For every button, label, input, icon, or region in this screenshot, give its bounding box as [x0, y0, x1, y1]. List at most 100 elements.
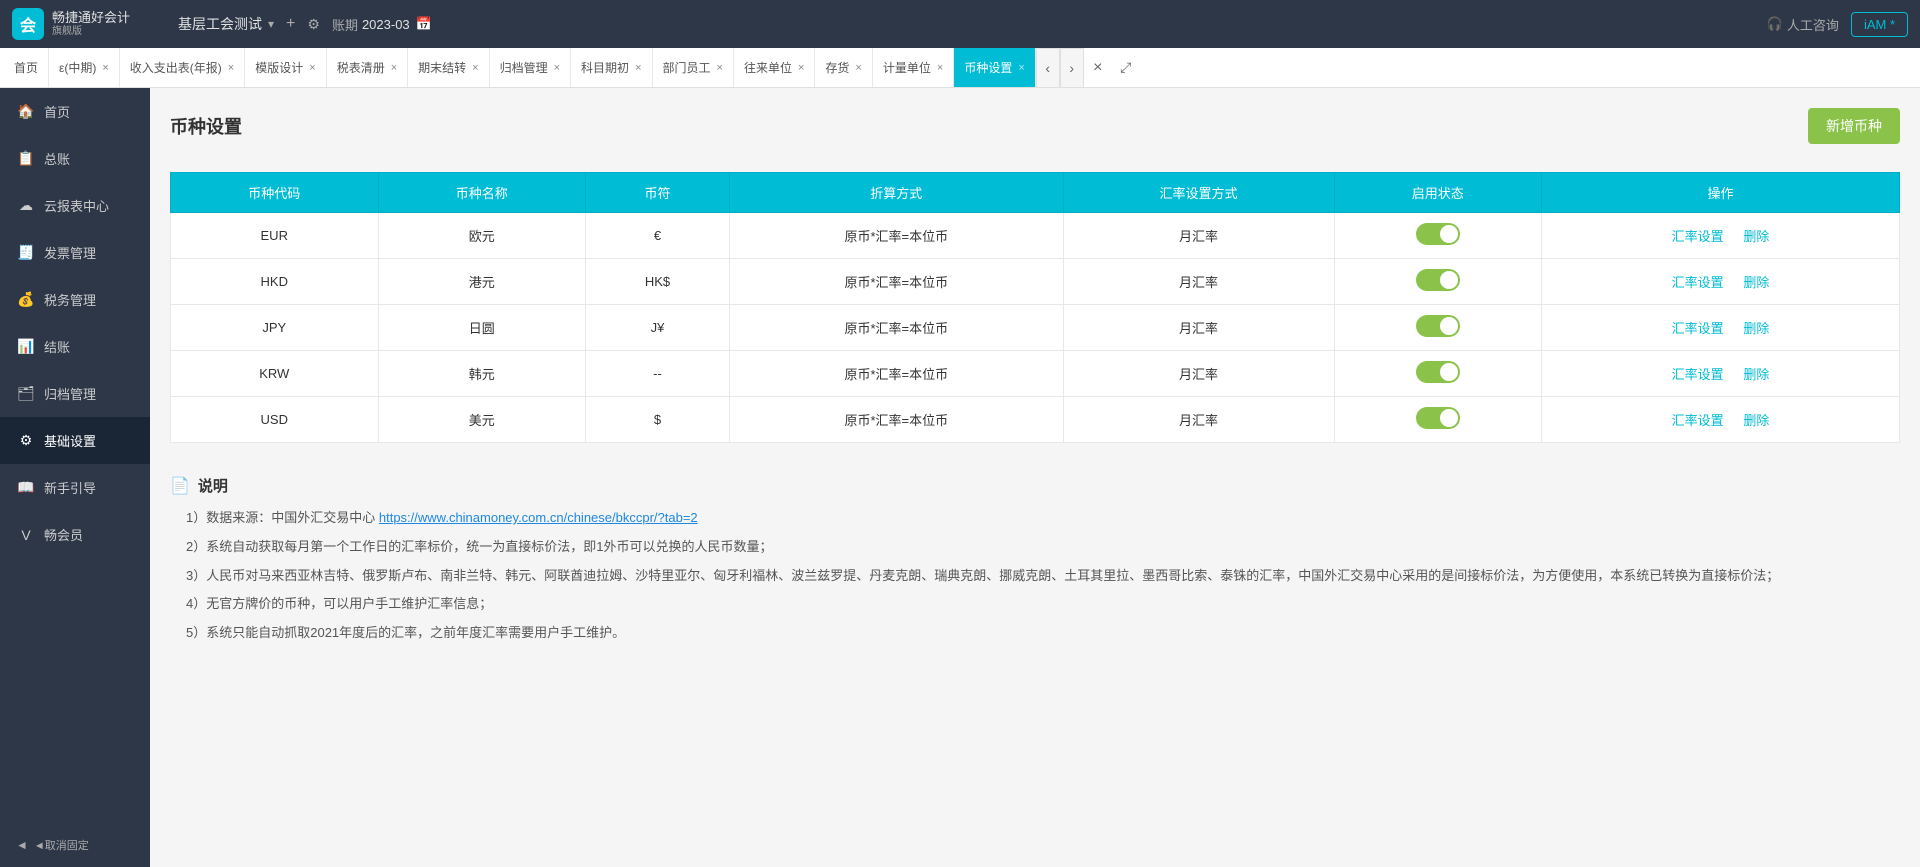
- rate-setting-link[interactable]: 汇率设置: [1672, 413, 1724, 428]
- tab-close-unit[interactable]: ×: [937, 62, 943, 74]
- tab-close-currency[interactable]: ×: [1018, 62, 1024, 74]
- rate-setting-link[interactable]: 汇率设置: [1672, 229, 1724, 244]
- sidebar-item-home[interactable]: 🏠 首页: [0, 88, 150, 135]
- sidebar-pin-button[interactable]: ◄ ◄取消固定: [0, 823, 150, 867]
- table-row: KRW 韩元 -- 原币*汇率=本位币 月汇率 汇率设置 删除: [171, 351, 1900, 397]
- period-area: 账期 2023-03 📅: [332, 15, 432, 34]
- sidebar-item-invoice[interactable]: 🧾 发票管理: [0, 229, 150, 276]
- col-code: 币种代码: [171, 173, 379, 213]
- tab-tax[interactable]: 税表清册 ×: [327, 48, 408, 87]
- tab-close-inventory[interactable]: ×: [855, 62, 861, 74]
- cell-rate: 月汇率: [1063, 351, 1334, 397]
- tab-currency[interactable]: 币种设置 ×: [954, 48, 1035, 87]
- tab-close-tax[interactable]: ×: [391, 62, 397, 74]
- table-row: HKD 港元 HK$ 原币*汇率=本位币 月汇率 汇率设置 删除: [171, 259, 1900, 305]
- sidebar-item-tax[interactable]: 💰 税务管理: [0, 276, 150, 323]
- delete-link[interactable]: 删除: [1743, 413, 1769, 428]
- top-bar: 会 畅捷通好会计 旗舰版 基层工会测试 ▾ + ⚙ 账期 2023-03 📅 🎧…: [0, 0, 1920, 48]
- sidebar-item-reports[interactable]: ☁ 云报表中心: [0, 182, 150, 229]
- toggle-switch[interactable]: [1416, 269, 1460, 291]
- sidebar-item-settings[interactable]: ⚙ 基础设置: [0, 417, 150, 464]
- rate-setting-link[interactable]: 汇率设置: [1672, 367, 1724, 382]
- cell-name: 欧元: [378, 213, 586, 259]
- tab-close-contacts[interactable]: ×: [798, 62, 804, 74]
- tab-dept[interactable]: 部门员工 ×: [653, 48, 734, 87]
- tab-close-archive[interactable]: ×: [554, 62, 560, 74]
- cell-status[interactable]: [1334, 213, 1542, 259]
- tab-next-button[interactable]: ›: [1060, 48, 1084, 88]
- sidebar-item-ledger[interactable]: 📋 总账: [0, 135, 150, 182]
- support-button[interactable]: 🎧 人工咨询: [1767, 15, 1839, 34]
- col-status: 启用状态: [1334, 173, 1542, 213]
- main-content: 币种设置 新增币种 币种代码 币种名称 币符 折算方式 汇率设置方式 启用状态 …: [150, 88, 1920, 867]
- cell-status[interactable]: [1334, 351, 1542, 397]
- tab-close-template[interactable]: ×: [309, 62, 315, 74]
- cell-rate: 月汇率: [1063, 397, 1334, 443]
- tax-icon: 💰: [16, 291, 36, 308]
- col-name: 币种名称: [378, 173, 586, 213]
- toggle-switch[interactable]: [1416, 361, 1460, 383]
- delete-link[interactable]: 删除: [1743, 275, 1769, 290]
- tab-subjects[interactable]: 科目期初 ×: [571, 48, 652, 87]
- close-accounts-icon: 📊: [16, 338, 36, 355]
- sidebar-item-member[interactable]: V 畅会员: [0, 511, 150, 558]
- tab-close-income[interactable]: ×: [228, 62, 234, 74]
- toggle-switch[interactable]: [1416, 315, 1460, 337]
- tab-maximize-button[interactable]: ⤢: [1112, 48, 1140, 88]
- settings-icon[interactable]: ⚙: [307, 16, 320, 33]
- settings-gear-icon: ⚙: [16, 432, 36, 449]
- delete-link[interactable]: 删除: [1743, 321, 1769, 336]
- tab-close-period-close[interactable]: ×: [472, 62, 478, 74]
- add-company-button[interactable]: +: [286, 15, 295, 33]
- rate-setting-link[interactable]: 汇率设置: [1672, 275, 1724, 290]
- tab-period-close[interactable]: 期末结转 ×: [408, 48, 489, 87]
- table-row: EUR 欧元 € 原币*汇率=本位币 月汇率 汇率设置 删除: [171, 213, 1900, 259]
- cell-code: KRW: [171, 351, 379, 397]
- period-value: 2023-03: [362, 17, 410, 32]
- tab-prev-button[interactable]: ‹: [1036, 48, 1060, 88]
- tab-close-subjects[interactable]: ×: [635, 62, 641, 74]
- notes-item-1: 1）数据来源：中国外汇交易中心 https://www.chinamoney.c…: [186, 508, 1900, 529]
- tab-income[interactable]: 收入支出表(年报) ×: [120, 48, 245, 87]
- rate-setting-link[interactable]: 汇率设置: [1672, 321, 1724, 336]
- sidebar-item-archive[interactable]: 🗂 归档管理: [0, 370, 150, 417]
- new-currency-button[interactable]: 新增币种: [1808, 108, 1900, 144]
- cell-actions: 汇率设置 删除: [1542, 213, 1900, 259]
- delete-link[interactable]: 删除: [1743, 229, 1769, 244]
- cell-status[interactable]: [1334, 305, 1542, 351]
- cell-rate: 月汇率: [1063, 213, 1334, 259]
- cell-status[interactable]: [1334, 259, 1542, 305]
- layout: 🏠 首页 📋 总账 ☁ 云报表中心 🧾 发票管理 💰 税务管理 📊 结账 🗂 归…: [0, 88, 1920, 867]
- table-row: USD 美元 $ 原币*汇率=本位币 月汇率 汇率设置 删除: [171, 397, 1900, 443]
- tab-inventory[interactable]: 存货 ×: [815, 48, 872, 87]
- calendar-icon[interactable]: 📅: [416, 16, 432, 32]
- col-calc: 折算方式: [730, 173, 1064, 213]
- period-label: 账期: [332, 15, 358, 34]
- top-right: 🎧 人工咨询 iAM *: [1767, 12, 1908, 37]
- sidebar-item-guide[interactable]: 📖 新手引导: [0, 464, 150, 511]
- tab-period[interactable]: ε(中期) ×: [49, 48, 120, 87]
- cell-name: 美元: [378, 397, 586, 443]
- cell-rate: 月汇率: [1063, 305, 1334, 351]
- tab-archive[interactable]: 归档管理 ×: [490, 48, 571, 87]
- tab-close-period[interactable]: ×: [102, 62, 108, 74]
- toggle-switch[interactable]: [1416, 407, 1460, 429]
- tab-template[interactable]: 模版设计 ×: [245, 48, 326, 87]
- account-button[interactable]: iAM *: [1851, 12, 1908, 37]
- tab-unit[interactable]: 计量单位 ×: [873, 48, 954, 87]
- sidebar-item-close[interactable]: 📊 结账: [0, 323, 150, 370]
- tab-close-dept[interactable]: ×: [717, 62, 723, 74]
- tab-contacts[interactable]: 往来单位 ×: [734, 48, 815, 87]
- notes-link[interactable]: https://www.chinamoney.com.cn/chinese/bk…: [379, 510, 698, 525]
- logo-icon: 会: [12, 8, 44, 40]
- cell-calc: 原币*汇率=本位币: [730, 397, 1064, 443]
- tab-close-all-button[interactable]: ×: [1084, 48, 1112, 88]
- tab-home[interactable]: 首页: [4, 48, 49, 87]
- toggle-switch[interactable]: [1416, 223, 1460, 245]
- company-dropdown-icon[interactable]: ▾: [268, 17, 274, 31]
- company-area: 基层工会测试 ▾ + ⚙ 账期 2023-03 📅: [162, 14, 1767, 34]
- delete-link[interactable]: 删除: [1743, 367, 1769, 382]
- cell-actions: 汇率设置 删除: [1542, 397, 1900, 443]
- cell-status[interactable]: [1334, 397, 1542, 443]
- cell-code: JPY: [171, 305, 379, 351]
